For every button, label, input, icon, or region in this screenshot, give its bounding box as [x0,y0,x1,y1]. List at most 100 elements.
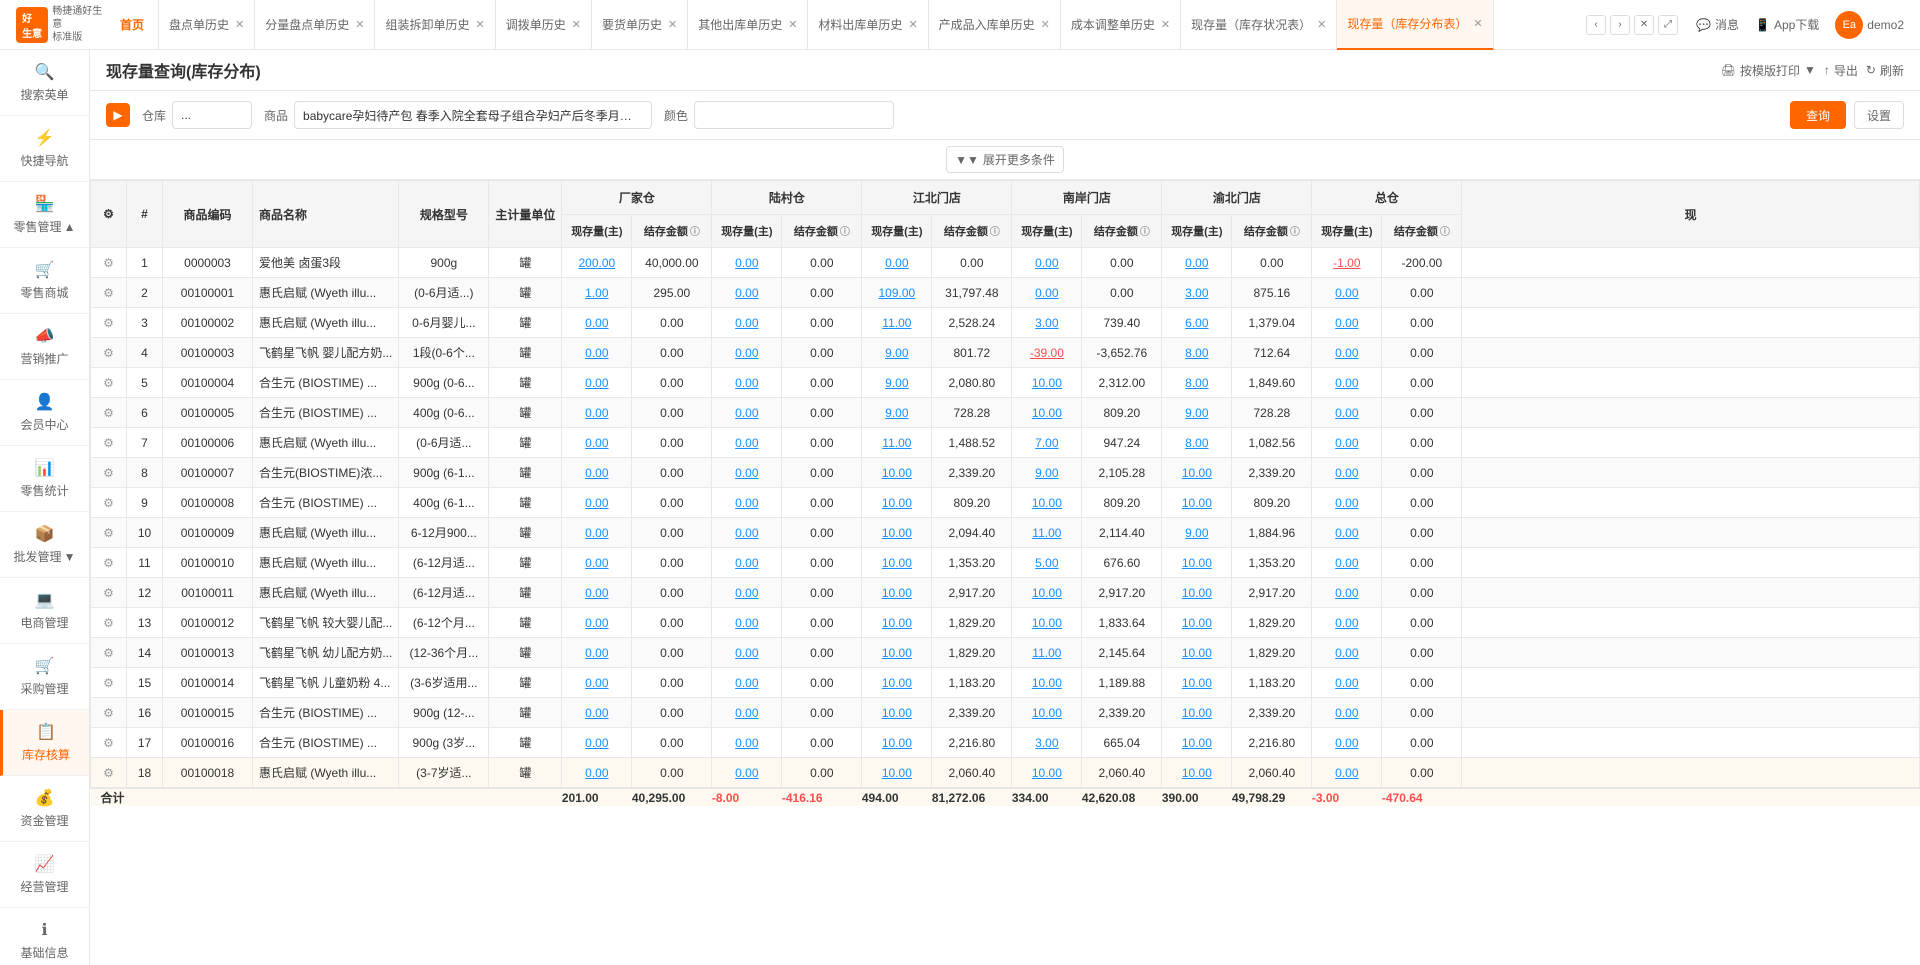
tab-home[interactable]: 首页 [106,0,159,50]
setting-button[interactable]: 设置 [1854,101,1904,129]
close-tab-3[interactable]: ✕ [476,18,485,31]
td-gear[interactable]: ⚙ [91,698,127,728]
td-code: 0000003 [163,248,253,278]
td-gear[interactable]: ⚙ [91,458,127,488]
td-no: 12 [127,578,163,608]
table-container[interactable]: ⚙ # 商品编码 商品名称 规格型号 主计量单位 厂家仓 陆村仓 江北门店 南岸… [90,180,1920,965]
td-wh3-amt: 1,829.20 [932,638,1012,668]
user-menu[interactable]: Ea demo2 [1835,11,1904,39]
sidebar-item-member[interactable]: 👤 会员中心 [0,380,89,446]
tab-1[interactable]: 盘点单历史 ✕ [159,0,255,50]
tab-7[interactable]: 材料出库单历史 ✕ [808,0,928,50]
td-wh5-amt: 728.28 [1232,398,1312,428]
warehouse-filter: 仓库 ... [142,101,252,129]
sidebar-item-wholesale[interactable]: 📦 批发管理 ▼ [0,512,89,578]
export-btn[interactable]: ↑ 导出 [1824,62,1858,79]
sidebar-item-marketing[interactable]: 📣 营销推广 [0,314,89,380]
td-gear[interactable]: ⚙ [91,368,127,398]
td-wh3-amt: 2,094.40 [932,518,1012,548]
close-tab-9[interactable]: ✕ [1161,18,1170,31]
query-button[interactable]: 查询 [1790,101,1846,129]
footer-wh4-amt: 42,620.08 [1082,788,1162,806]
td-unit: 罐 [489,398,562,428]
td-wh5-qty: 10.00 [1162,548,1232,578]
sidebar-item-purchase[interactable]: 🛒 采购管理 [0,644,89,710]
td-code: 00100002 [163,308,253,338]
sidebar-item-finance[interactable]: 💰 资金管理 [0,776,89,842]
color-input[interactable] [694,101,894,129]
tab-3[interactable]: 组装拆卸单历史 ✕ [375,0,495,50]
td-wh5-qty: 0.00 [1162,248,1232,278]
td-gear[interactable]: ⚙ [91,398,127,428]
td-wh4-amt: 2,145.64 [1082,638,1162,668]
sidebar-item-retail-mall[interactable]: 🛒 零售商城 [0,248,89,314]
close-tab-4[interactable]: ✕ [572,18,581,31]
tab-5[interactable]: 要货单历史 ✕ [592,0,688,50]
app-btn[interactable]: 📱 App下载 [1755,16,1819,33]
close-tab-2[interactable]: ✕ [355,18,364,31]
sidebar-item-nav[interactable]: ⚡ 快捷导航 [0,116,89,182]
td-gear[interactable]: ⚙ [91,728,127,758]
tab-next-btn[interactable]: › [1610,15,1630,35]
tab-2[interactable]: 分量盘点单历史 ✕ [255,0,375,50]
td-wh5-amt: 2,216.80 [1232,728,1312,758]
sidebar-item-search[interactable]: 🔍 搜索英单 [0,50,89,116]
td-wh5-amt: 1,829.20 [1232,638,1312,668]
close-tab-10[interactable]: ✕ [1317,18,1326,31]
tab-4[interactable]: 调拨单历史 ✕ [496,0,592,50]
tab-10[interactable]: 现存量（库存状况表） ✕ [1181,0,1337,50]
td-wh5-amt: 875.16 [1232,278,1312,308]
tab-expand-btn[interactable]: ⤢ [1658,15,1678,35]
close-tab-6[interactable]: ✕ [788,18,797,31]
td-gear[interactable]: ⚙ [91,548,127,578]
expand-more-btn[interactable]: ▼▼ 展开更多条件 [946,146,1064,173]
td-wh1-qty: 0.00 [562,758,632,789]
td-gear[interactable]: ⚙ [91,488,127,518]
td-gear[interactable]: ⚙ [91,578,127,608]
tab-prev-btn[interactable]: ‹ [1586,15,1606,35]
close-tab-5[interactable]: ✕ [668,18,677,31]
close-tab-8[interactable]: ✕ [1041,18,1050,31]
td-gear[interactable]: ⚙ [91,278,127,308]
print-arrow-icon: ▼ [1804,63,1816,77]
td-gear[interactable]: ⚙ [91,428,127,458]
td-wh1-qty: 0.00 [562,338,632,368]
refresh-btn[interactable]: ↻ 刷新 [1866,62,1904,79]
sidebar-item-operations[interactable]: 📈 经营管理 [0,842,89,908]
td-gear[interactable]: ⚙ [91,248,127,278]
td-gear[interactable]: ⚙ [91,758,127,789]
th-wh1-amt: 结存金额ⓘ [632,215,712,248]
td-gear[interactable]: ⚙ [91,668,127,698]
td-gear[interactable]: ⚙ [91,338,127,368]
close-tab-11[interactable]: ✕ [1473,17,1482,30]
filter-expand-arrow[interactable]: ▶ [106,103,130,127]
td-gear[interactable]: ⚙ [91,518,127,548]
print-btn[interactable]: 🖨 按模版打印 ▼ [1721,62,1816,79]
close-tab-7[interactable]: ✕ [908,18,917,31]
sidebar-item-retail-stats[interactable]: 📊 零售统计 [0,446,89,512]
td-wh4-qty: 3.00 [1012,308,1082,338]
tab-6[interactable]: 其他出库单历史 ✕ [688,0,808,50]
tab-close-btn[interactable]: ✕ [1634,15,1654,35]
tab-8[interactable]: 产成品入库单历史 ✕ [929,0,1061,50]
sidebar-item-inventory[interactable]: 📋 库存核算 [0,710,89,776]
msg-btn[interactable]: 💬 消息 [1696,16,1739,33]
td-gear[interactable]: ⚙ [91,608,127,638]
td-wh1-qty: 0.00 [562,488,632,518]
product-input[interactable]: babycare孕妇待产包 春季入院全套母子组合孕妇产后冬季月子用品 22件套 … [294,101,652,129]
td-gear[interactable]: ⚙ [91,308,127,338]
sidebar-item-ecommerce[interactable]: 💻 电商管理 [0,578,89,644]
th-gear[interactable]: ⚙ [91,181,127,248]
sidebar-item-basic-info[interactable]: ℹ 基础信息 [0,908,89,965]
tab-9[interactable]: 成本调整单历史 ✕ [1061,0,1181,50]
sidebar-item-retail-mgmt[interactable]: 🏪 零售管理 ▲ [0,182,89,248]
warehouse-input[interactable]: ... [172,101,252,129]
td-wh1-amt: 0.00 [632,578,712,608]
td-gear[interactable]: ⚙ [91,638,127,668]
th-spec: 规格型号 [399,181,489,248]
close-tab-1[interactable]: ✕ [235,18,244,31]
td-wh2-qty: 0.00 [712,698,782,728]
td-wh3-amt: 2,060.40 [932,758,1012,789]
th-group-total: 总仓 [1312,181,1462,215]
tab-11[interactable]: 现存量（库存分布表） ✕ [1337,0,1493,50]
